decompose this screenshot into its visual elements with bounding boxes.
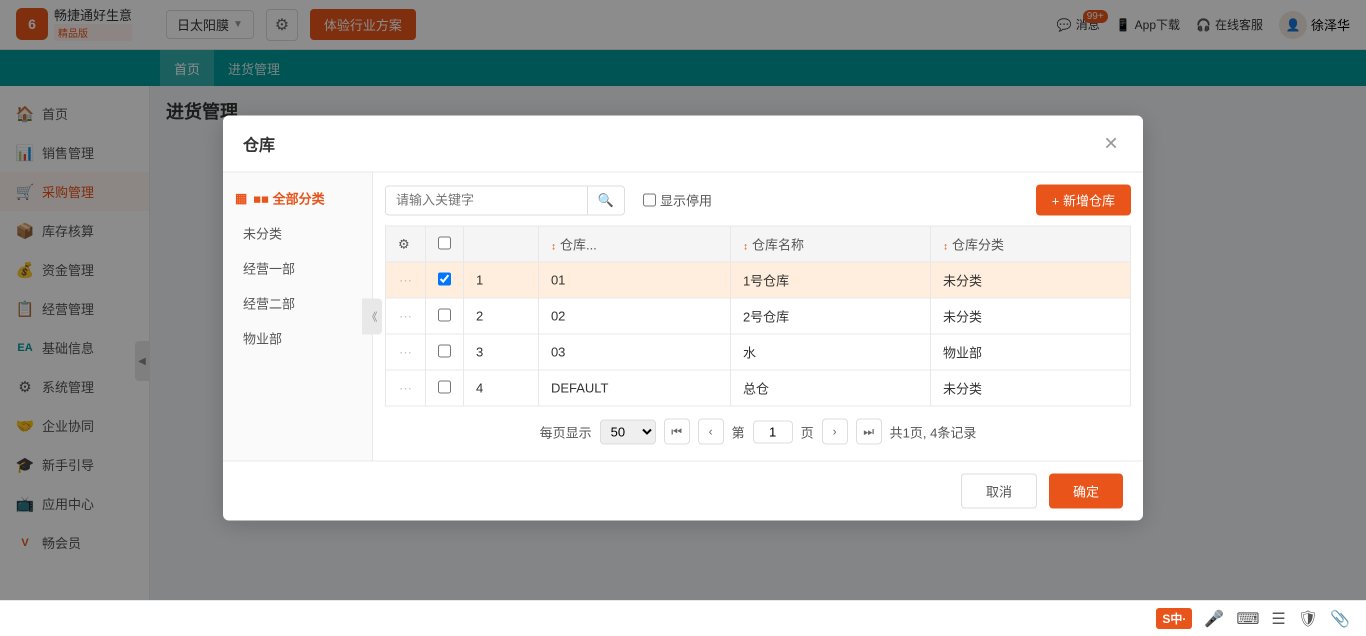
table-panel: 🔍 显示停用 + 新增仓库 ⚙ ↕仓库... ↕仓库名称 ↕仓库分类 ···: [373, 173, 1143, 461]
table-toolbar: 🔍 显示停用 + 新增仓库: [385, 185, 1131, 216]
cancel-button[interactable]: 取消: [961, 474, 1037, 509]
th-name: ↕仓库名称: [730, 226, 930, 262]
shield-icon[interactable]: 🛡: [1298, 609, 1318, 629]
category-collapse-btn[interactable]: 《: [362, 299, 382, 335]
search-button[interactable]: 🔍: [587, 186, 624, 214]
row-code: 01: [538, 262, 730, 298]
category-panel: ▦ ■■ 全部分类 未分类 经营一部 经营二部 物业部 《: [223, 173, 373, 461]
page-unit: 页: [801, 422, 814, 441]
table-row[interactable]: ··· 4 DEFAULT 总仓 未分类: [386, 370, 1131, 406]
microphone-icon[interactable]: 🎤: [1204, 609, 1224, 629]
row-checkbox[interactable]: [438, 272, 451, 285]
row-more[interactable]: ···: [386, 370, 426, 406]
more-icon: ···: [399, 345, 412, 360]
first-page-btn[interactable]: ⏮: [664, 419, 690, 445]
grid-icon: ▦: [235, 190, 247, 206]
all-categories-label: ■■ 全部分类: [253, 189, 324, 208]
page-label: 第: [732, 422, 745, 441]
row-category: 物业部: [930, 334, 1130, 370]
row-checkbox[interactable]: [438, 308, 451, 321]
table-row[interactable]: ··· 2 02 2号仓库 未分类: [386, 298, 1131, 334]
clip-icon[interactable]: 📎: [1330, 609, 1350, 629]
total-info: 共1页, 4条记录: [890, 422, 977, 441]
sort-icon-name: ↕: [743, 242, 748, 253]
show-disabled-label: 显示停用: [643, 191, 712, 210]
table-header-row: ⚙ ↕仓库... ↕仓库名称 ↕仓库分类: [386, 226, 1131, 262]
row-name: 1号仓库: [730, 262, 930, 298]
row-checkbox-cell: [426, 298, 464, 334]
category-item-dept2[interactable]: 经营二部: [223, 286, 372, 321]
th-category: ↕仓库分类: [930, 226, 1130, 262]
row-category: 未分类: [930, 298, 1130, 334]
th-index: [464, 226, 539, 262]
th-settings: ⚙: [386, 226, 426, 262]
brand-icon: S中·: [1156, 608, 1192, 629]
row-more[interactable]: ···: [386, 262, 426, 298]
row-index: 4: [464, 370, 539, 406]
category-item-property[interactable]: 物业部: [223, 321, 372, 356]
more-icon: ···: [399, 273, 412, 288]
search-input[interactable]: [386, 187, 587, 214]
more-icon: ···: [399, 309, 412, 324]
th-code: ↕仓库...: [538, 226, 730, 262]
select-all-checkbox[interactable]: [438, 236, 451, 249]
row-category: 未分类: [930, 370, 1130, 406]
show-disabled-checkbox[interactable]: [643, 194, 656, 207]
category-item-unclassified[interactable]: 未分类: [223, 216, 372, 251]
page-number-input[interactable]: [753, 420, 793, 443]
all-categories-btn[interactable]: ▦ ■■ 全部分类: [223, 181, 372, 216]
modal-body: ▦ ■■ 全部分类 未分类 经营一部 经营二部 物业部 《 🔍 显示停用 +: [223, 173, 1143, 461]
row-checkbox-cell: [426, 370, 464, 406]
page-size-select[interactable]: 20 50 100: [600, 419, 656, 444]
row-more[interactable]: ···: [386, 298, 426, 334]
modal-header: 仓库 ✕: [223, 116, 1143, 173]
row-checkbox-cell: [426, 262, 464, 298]
category-item-dept1[interactable]: 经营一部: [223, 251, 372, 286]
sort-icon-cat: ↕: [943, 242, 948, 253]
table-body: ··· 1 01 1号仓库 未分类 ··· 2 02 2号仓库 未分类 ··· …: [386, 262, 1131, 406]
warehouse-modal: 仓库 ✕ ▦ ■■ 全部分类 未分类 经营一部 经营二部 物业部 《 🔍: [223, 116, 1143, 521]
table-row[interactable]: ··· 1 01 1号仓库 未分类: [386, 262, 1131, 298]
row-checkbox[interactable]: [438, 344, 451, 357]
show-disabled-text: 显示停用: [660, 191, 712, 210]
modal-title: 仓库: [243, 132, 275, 156]
row-index: 3: [464, 334, 539, 370]
status-bar: S中· 🎤 ⌨ ☰ 🛡 📎: [0, 600, 1366, 636]
pagination: 每页显示 20 50 100 ⏮ ‹ 第 页 › ⏭ 共1页, 4条记录: [385, 407, 1131, 449]
more-icon: ···: [399, 381, 412, 396]
row-index: 2: [464, 298, 539, 334]
row-checkbox-cell: [426, 334, 464, 370]
keyboard-icon[interactable]: ⌨: [1236, 609, 1259, 629]
sort-icon-code: ↕: [551, 242, 556, 253]
row-more[interactable]: ···: [386, 334, 426, 370]
row-name: 总仓: [730, 370, 930, 406]
prev-page-btn[interactable]: ‹: [698, 419, 724, 445]
page-size-label: 每页显示: [540, 422, 592, 441]
next-page-btn[interactable]: ›: [822, 419, 848, 445]
add-warehouse-button[interactable]: + 新增仓库: [1036, 185, 1131, 216]
search-box: 🔍: [385, 185, 625, 215]
modal-close-button[interactable]: ✕: [1099, 132, 1123, 156]
last-page-btn[interactable]: ⏭: [856, 419, 882, 445]
warehouse-table: ⚙ ↕仓库... ↕仓库名称 ↕仓库分类 ··· 1 01 1号仓库 未分类 ·…: [385, 226, 1131, 407]
row-code: DEFAULT: [538, 370, 730, 406]
menu-icon[interactable]: ☰: [1271, 609, 1285, 629]
confirm-button[interactable]: 确定: [1049, 474, 1123, 509]
row-name: 水: [730, 334, 930, 370]
row-category: 未分类: [930, 262, 1130, 298]
row-code: 02: [538, 298, 730, 334]
row-code: 03: [538, 334, 730, 370]
modal-footer: 取消 确定: [223, 461, 1143, 521]
table-row[interactable]: ··· 3 03 水 物业部: [386, 334, 1131, 370]
th-checkbox: [426, 226, 464, 262]
row-checkbox[interactable]: [438, 380, 451, 393]
row-name: 2号仓库: [730, 298, 930, 334]
row-index: 1: [464, 262, 539, 298]
